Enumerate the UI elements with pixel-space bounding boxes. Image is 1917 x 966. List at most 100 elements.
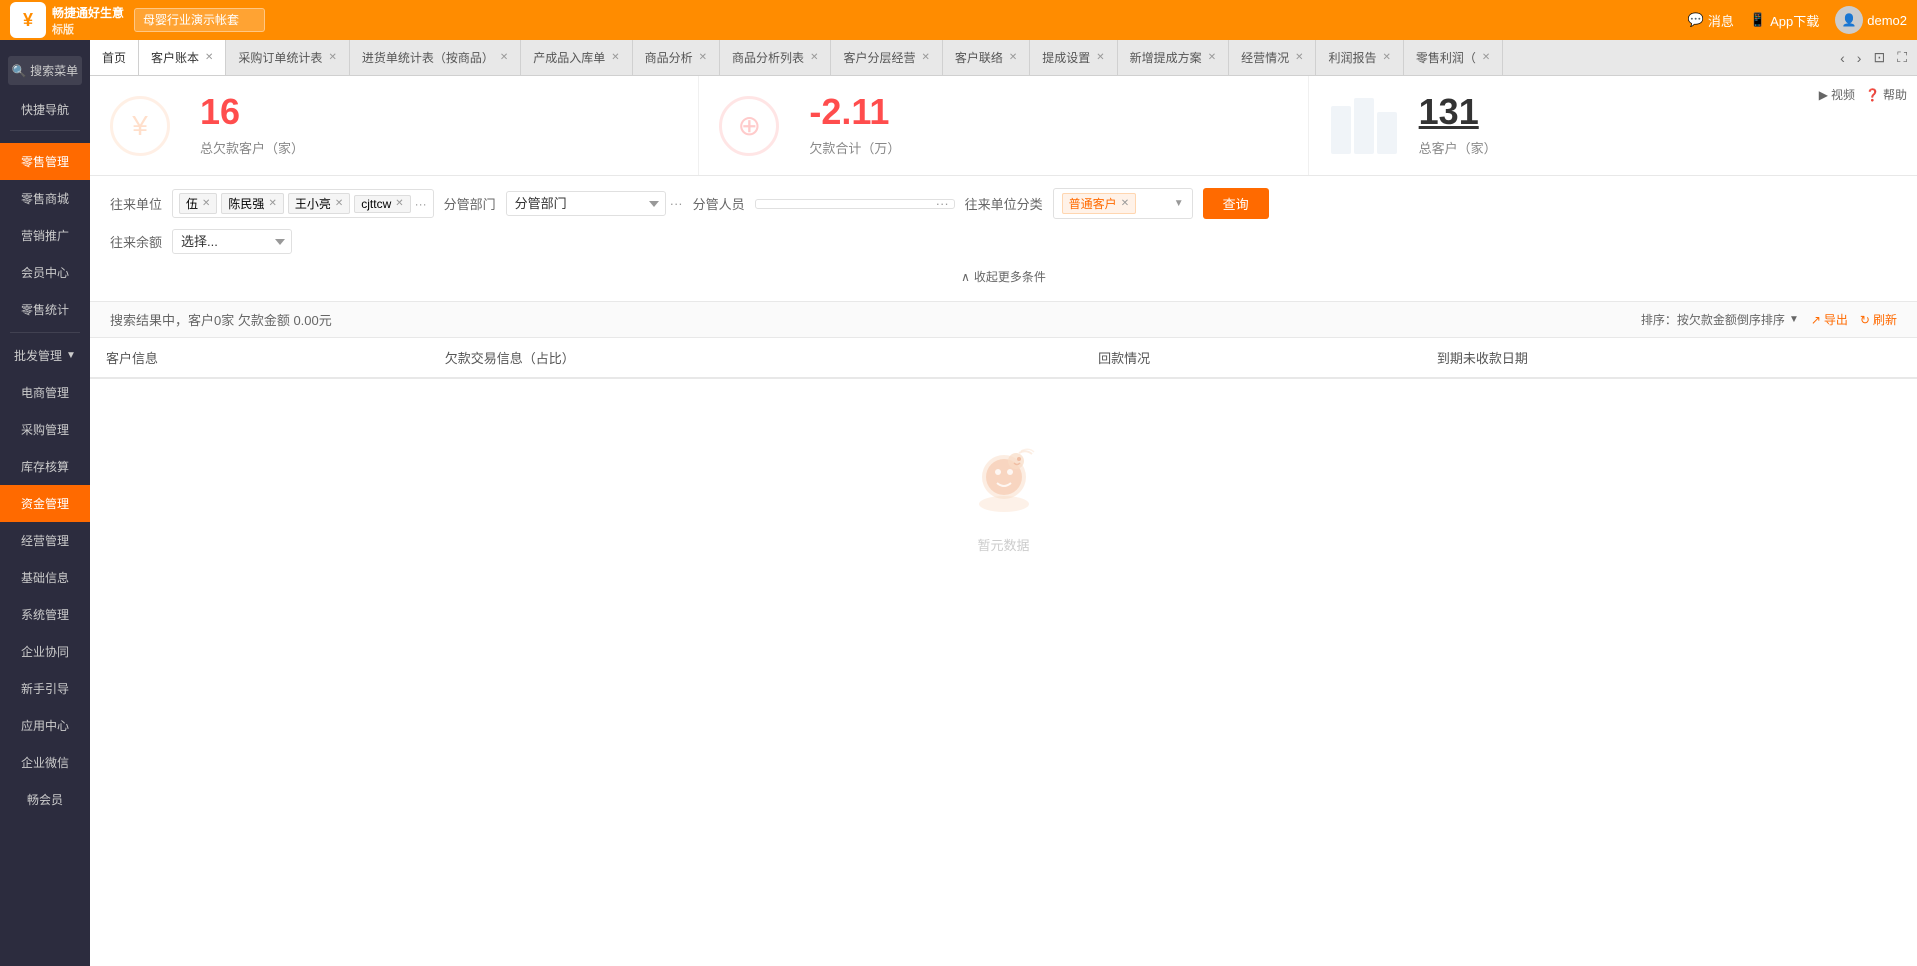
tab-next-btn[interactable]: › [1853, 48, 1866, 68]
tab-new-promotion[interactable]: 新增提成方案 ✕ [1118, 40, 1229, 76]
tab-inbound-stats[interactable]: 进货单统计表（按商品） ✕ [350, 40, 521, 76]
empty-icon [964, 439, 1044, 519]
total-customers-value: 16 [200, 94, 304, 130]
sidebar-item-ecommerce[interactable]: 电商管理 [0, 374, 90, 411]
message-btn[interactable]: 💬 消息 [1688, 11, 1734, 30]
sidebar-item-finance[interactable]: 资金管理 [0, 485, 90, 522]
tag-close-normal[interactable]: ✕ [1121, 198, 1129, 209]
sidebar-item-member[interactable]: 会员中心 [0, 254, 90, 291]
tab-production-inbound[interactable]: 产成品入库单 ✕ [521, 40, 632, 76]
sidebar-item-basic-info[interactable]: 基础信息 [0, 559, 90, 596]
tab-more-btn[interactable]: ⊡ [1869, 47, 1889, 68]
unit-tag-chen[interactable]: 陈民强 ✕ [221, 193, 283, 214]
search-menu-area[interactable]: 🔍 搜索菜单 [0, 48, 90, 93]
quick-nav-btn[interactable]: 快捷导航 [0, 93, 90, 126]
tab-close-customer-contact[interactable]: ✕ [1009, 53, 1017, 63]
query-btn[interactable]: 查询 [1203, 188, 1269, 219]
tab-profit-report[interactable]: 利润报告 ✕ [1316, 40, 1403, 76]
tab-home[interactable]: 首页 [90, 40, 139, 76]
debt-total-label: 欠款合计（万） [809, 138, 900, 157]
tab-close-product-analysis-list[interactable]: ✕ [810, 53, 818, 63]
unit-filter-tags[interactable]: 伍 ✕ 陈民强 ✕ 王小亮 ✕ [172, 189, 434, 218]
sidebar-item-retail-store[interactable]: 零售商城 [0, 180, 90, 217]
tag-close-wu[interactable]: ✕ [202, 198, 210, 209]
tab-customer-contact[interactable]: 客户联络 ✕ [943, 40, 1030, 76]
export-btn[interactable]: ↗ 导出 [1811, 311, 1848, 328]
tab-purchase-orders[interactable]: 采购订单统计表 ✕ [226, 40, 349, 76]
tag-close-cjttcw[interactable]: ✕ [395, 198, 403, 209]
tab-close-production-inbound[interactable]: ✕ [611, 53, 619, 63]
tab-close-inbound-stats[interactable]: ✕ [500, 53, 508, 63]
sidebar-item-new-guide[interactable]: 新手引导 [0, 670, 90, 707]
refresh-btn[interactable]: ↻ 刷新 [1860, 311, 1897, 328]
sidebar-item-enterprise[interactable]: 企业协同 [0, 633, 90, 670]
collapse-btn[interactable]: ∧ 收起更多条件 [949, 264, 1058, 289]
tab-close-profit-report[interactable]: ✕ [1383, 53, 1391, 63]
balance-select[interactable]: 选择... [172, 229, 292, 254]
tab-product-analysis-list[interactable]: 商品分析列表 ✕ [720, 40, 831, 76]
app-download-label: App下载 [1770, 11, 1819, 30]
tab-close-new-promotion[interactable]: ✕ [1208, 53, 1216, 63]
top-bar: ¥ 畅捷通好生意 标版 母婴行业演示帐套 💬 消息 📱 App下载 👤 demo… [0, 0, 1917, 40]
dept-dots[interactable]: ··· [670, 196, 683, 211]
sidebar-item-vip-member[interactable]: 畅会员 [0, 781, 90, 818]
tab-retail-profit[interactable]: 零售利润（ ✕ [1404, 40, 1503, 76]
tab-fullscreen-btn[interactable]: ⛶ [1893, 47, 1911, 68]
tab-prev-btn[interactable]: ‹ [1836, 48, 1849, 68]
sidebar-item-purchase[interactable]: 采购管理 [0, 411, 90, 448]
sidebar-item-enterprise-wx[interactable]: 企业微信 [0, 744, 90, 781]
tab-close-business-status[interactable]: ✕ [1295, 53, 1303, 63]
app-download-btn[interactable]: 📱 App下载 [1750, 11, 1819, 30]
tab-promotion-settings[interactable]: 提成设置 ✕ [1030, 40, 1117, 76]
tag-close-wang[interactable]: ✕ [335, 198, 343, 209]
sidebar-item-app-center[interactable]: 应用中心 [0, 707, 90, 744]
username: demo2 [1867, 13, 1907, 28]
sidebar-item-marketing[interactable]: 营销推广 [0, 217, 90, 254]
tab-customer-segment[interactable]: 客户分层经营 ✕ [831, 40, 942, 76]
person-input[interactable] [755, 199, 955, 209]
chevron-icon: ▼ [66, 350, 76, 361]
balance-label: 往来余额 [110, 232, 162, 251]
user-menu[interactable]: 👤 demo2 [1835, 6, 1907, 34]
sidebar-item-retail[interactable]: 零售管理 [0, 143, 90, 180]
tab-customers[interactable]: 客户账本 ✕ [139, 40, 226, 76]
dept-select[interactable]: 分管部门 [506, 191, 666, 216]
tag-close-chen[interactable]: ✕ [268, 198, 276, 209]
total-customers-label: 总欠款客户（家） [200, 138, 304, 157]
sidebar-item-wholesale[interactable]: 批发管理 ▼ [0, 337, 90, 374]
tab-close-customer-segment[interactable]: ✕ [921, 53, 929, 63]
unit-tag-cjttcw[interactable]: cjttcw ✕ [354, 195, 410, 213]
sidebar-item-system[interactable]: 系统管理 [0, 596, 90, 633]
tab-controls: ‹ › ⊡ ⛶ [1830, 47, 1917, 68]
tab-close-promotion-settings[interactable]: ✕ [1096, 53, 1104, 63]
tab-close-product-analysis[interactable]: ✕ [699, 53, 707, 63]
unit-tag-more[interactable]: ··· [415, 197, 427, 211]
unit-tag-wang[interactable]: 王小亮 ✕ [288, 193, 350, 214]
logo-area: ¥ 畅捷通好生意 标版 [10, 2, 124, 38]
person-dots[interactable]: ··· [936, 196, 949, 211]
search-menu-btn[interactable]: 🔍 搜索菜单 [8, 56, 82, 85]
classification-tags-container[interactable]: 普通客户 ✕ ▼ [1053, 188, 1193, 219]
stat-bg-icon-customers: ¥ [110, 96, 170, 156]
sidebar-item-operations[interactable]: 经营管理 [0, 522, 90, 559]
app-sub: 标版 [52, 21, 124, 37]
unit-tag-wu[interactable]: 伍 ✕ [179, 193, 217, 214]
tab-close-customers[interactable]: ✕ [205, 53, 213, 63]
tab-product-analysis[interactable]: 商品分析 ✕ [633, 40, 720, 76]
total-clients-value: 131 [1419, 94, 1497, 130]
tab-close-retail-profit[interactable]: ✕ [1482, 53, 1490, 63]
sort-label: 排序：按欠款金额倒序排序 [1641, 311, 1785, 328]
classification-tag-normal[interactable]: 普通客户 ✕ [1062, 193, 1136, 214]
tab-close-purchase-orders[interactable]: ✕ [328, 53, 336, 63]
col-debt-info: 欠款交易信息（占比） [429, 338, 1082, 378]
tab-business-status[interactable]: 经营情况 ✕ [1229, 40, 1316, 76]
classification-label: 往来单位分类 [965, 194, 1043, 213]
stat-bg-icon-clients [1329, 96, 1399, 156]
workspace-select[interactable]: 母婴行业演示帐套 [134, 8, 265, 32]
empty-row: 暂元数据 [90, 378, 1917, 614]
sidebar-item-retail-stats[interactable]: 零售统计 [0, 291, 90, 328]
sort-chevron-icon: ▼ [1789, 314, 1799, 325]
stat-total-customers: ¥ 16 总欠款客户（家） [90, 76, 699, 175]
sidebar-item-inventory[interactable]: 库存核算 [0, 448, 90, 485]
unit-label: 往来单位 [110, 194, 162, 213]
